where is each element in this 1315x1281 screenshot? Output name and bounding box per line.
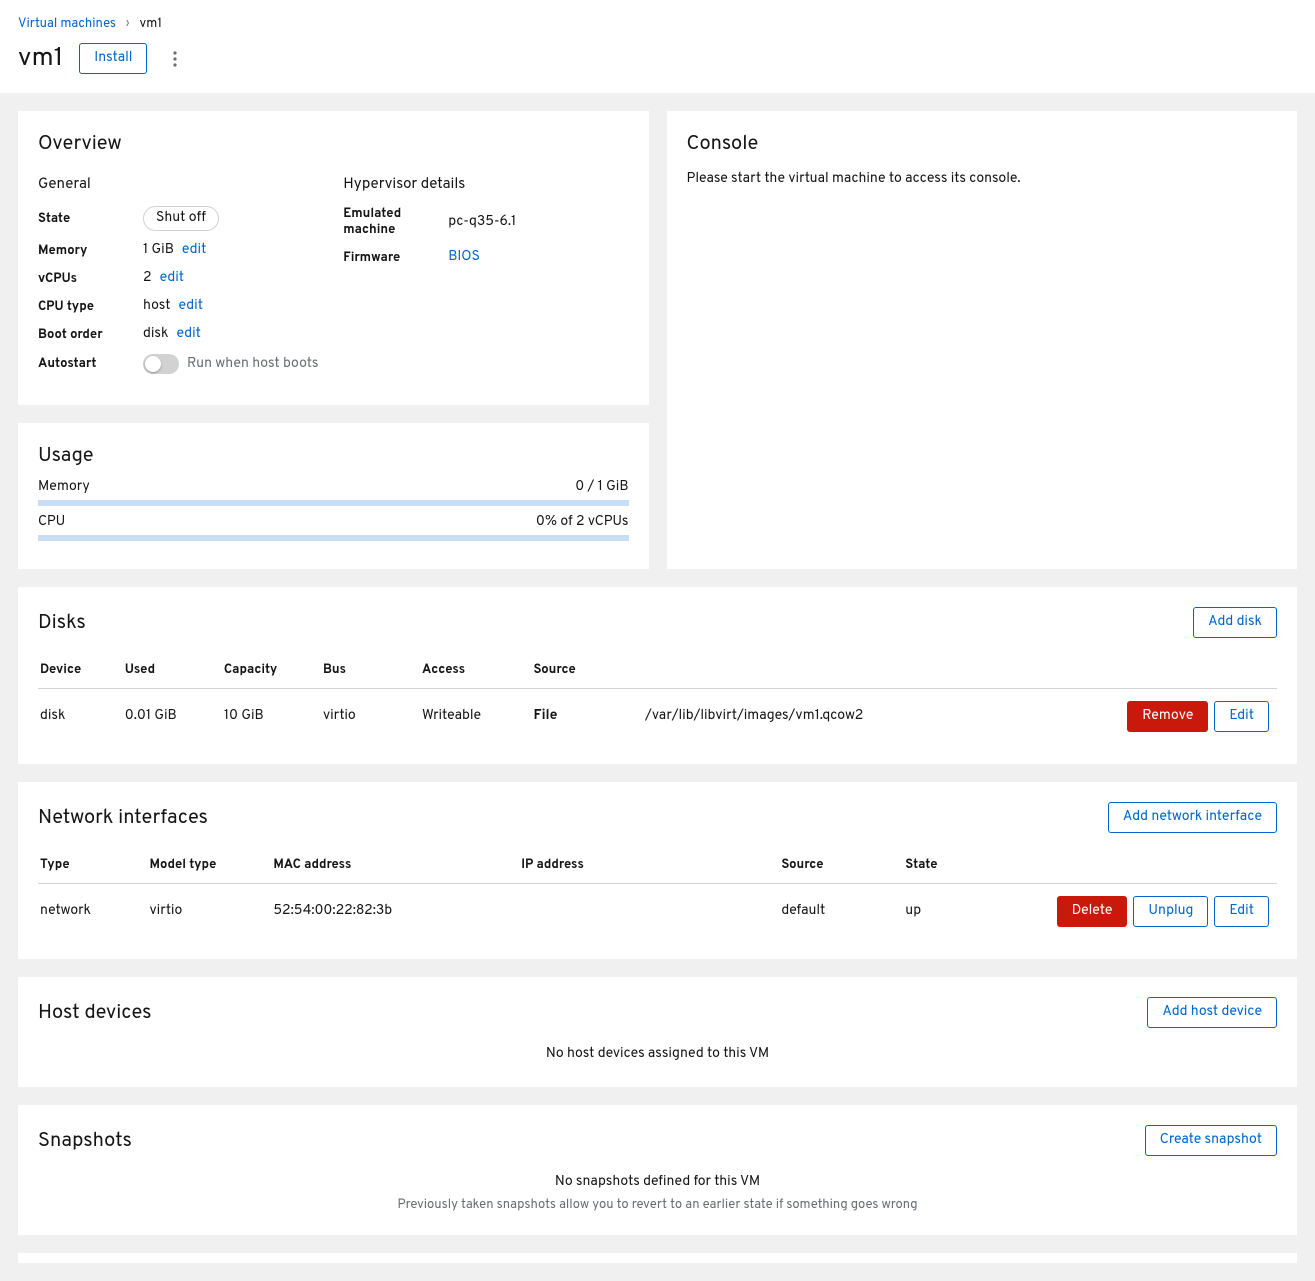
snapshots-card: Snapshots Create snapshot No snapshots d… <box>18 1105 1297 1235</box>
col-ip: IP address <box>521 847 781 884</box>
add-network-button[interactable]: Add network interface <box>1108 802 1277 833</box>
overview-card: Overview General State Shut off Memory 1… <box>18 111 649 405</box>
net-type: network <box>38 884 150 940</box>
hostdev-card: Host devices Add host device No host dev… <box>18 977 1297 1087</box>
cpu-type-edit-link[interactable]: edit <box>178 298 203 315</box>
boot-order-label: Boot order <box>38 327 143 343</box>
boot-order-value: disk <box>143 326 168 343</box>
breadcrumb-root[interactable]: Virtual machines <box>18 16 116 32</box>
console-title: Console <box>687 131 1278 157</box>
usage-cpu-value: 0% of 2 vCPUs <box>536 514 629 531</box>
usage-memory-value: 0 / 1 GiB <box>575 479 628 496</box>
disks-table: Device Used Capacity Bus Access Source d… <box>38 652 1277 744</box>
console-card: Console Please start the virtual machine… <box>667 111 1298 569</box>
disk-source-label: File <box>534 689 646 745</box>
disk-source-path: /var/lib/libvirt/images/vm1.qcow2 <box>645 689 1116 745</box>
breadcrumb: Virtual machines › vm1 <box>18 16 1297 32</box>
net-mac: 52:54:00:22:82:3b <box>273 884 521 940</box>
add-hostdev-button[interactable]: Add host device <box>1147 997 1277 1028</box>
memory-edit-link[interactable]: edit <box>182 242 207 259</box>
install-button[interactable]: Install <box>79 43 147 74</box>
disk-capacity: 10 GiB <box>224 689 323 745</box>
memory-label: Memory <box>38 243 143 259</box>
col-access: Access <box>422 652 534 689</box>
overview-title: Overview <box>38 131 629 157</box>
network-card: Network interfaces Add network interface… <box>18 782 1297 959</box>
usage-memory-label: Memory <box>38 479 90 496</box>
net-model: virtio <box>150 884 274 940</box>
snapshots-title: Snapshots <box>38 1128 132 1154</box>
autostart-toggle[interactable] <box>143 354 179 374</box>
table-row: network virtio 52:54:00:22:82:3b default… <box>38 884 1277 940</box>
col-capacity: Capacity <box>224 652 323 689</box>
disks-card: Disks Add disk Device Used Capacity Bus … <box>18 587 1297 764</box>
console-message: Please start the virtual machine to acce… <box>687 171 1278 188</box>
snapshots-sub: Previously taken snapshots allow you to … <box>38 1195 1277 1215</box>
autostart-toggle-label: Run when host boots <box>187 356 319 373</box>
hostdev-empty: No host devices assigned to this VM <box>38 1042 1277 1067</box>
firmware-value[interactable]: BIOS <box>448 249 480 266</box>
cpu-type-value: host <box>143 298 170 315</box>
col-source-net: Source <box>781 847 905 884</box>
edit-network-button[interactable]: Edit <box>1214 896 1269 927</box>
remove-disk-button[interactable]: Remove <box>1127 701 1208 732</box>
usage-title: Usage <box>38 443 629 469</box>
page-title: vm1 <box>18 42 63 75</box>
col-type: Type <box>38 847 150 884</box>
kebab-icon <box>173 51 177 67</box>
hypervisor-title: Hypervisor details <box>343 175 628 194</box>
cpu-type-label: CPU type <box>38 299 143 315</box>
vcpus-value: 2 <box>143 270 152 287</box>
col-source: Source <box>534 652 646 689</box>
vcpus-edit-link[interactable]: edit <box>160 270 185 287</box>
state-value: Shut off <box>143 206 219 231</box>
col-device: Device <box>38 652 125 689</box>
snapshots-empty: No snapshots defined for this VM <box>38 1170 1277 1195</box>
general-title: General <box>38 175 323 194</box>
disk-access: Writeable <box>422 689 534 745</box>
col-state-net: State <box>905 847 1041 884</box>
disk-used: 0.01 GiB <box>125 689 224 745</box>
net-state: up <box>905 884 1041 940</box>
emulated-value: pc-q35-6.1 <box>448 214 516 231</box>
table-row: disk 0.01 GiB 10 GiB virtio Writeable Fi… <box>38 689 1277 745</box>
add-disk-button[interactable]: Add disk <box>1193 607 1277 638</box>
usage-cpu-label: CPU <box>38 514 65 531</box>
network-table: Type Model type MAC address IP address S… <box>38 847 1277 939</box>
state-label: State <box>38 211 143 227</box>
create-snapshot-button[interactable]: Create snapshot <box>1145 1125 1277 1156</box>
col-mac: MAC address <box>273 847 521 884</box>
col-used: Used <box>125 652 224 689</box>
network-title: Network interfaces <box>38 805 208 831</box>
kebab-menu-button[interactable] <box>163 47 187 71</box>
usage-card: Usage Memory 0 / 1 GiB CPU 0% of 2 vCPUs <box>18 423 649 569</box>
net-source: default <box>781 884 905 940</box>
autostart-label: Autostart <box>38 356 143 372</box>
emulated-label: Emulated machine <box>343 206 448 238</box>
hostdev-title: Host devices <box>38 1000 151 1026</box>
net-ip <box>521 884 781 940</box>
memory-value: 1 GiB <box>143 242 174 259</box>
cpu-progress-bar <box>38 535 629 541</box>
unplug-network-button[interactable]: Unplug <box>1133 896 1208 927</box>
vcpus-label: vCPUs <box>38 271 143 287</box>
disks-title: Disks <box>38 610 86 636</box>
chevron-right-icon: › <box>126 17 129 31</box>
disk-bus: virtio <box>323 689 422 745</box>
breadcrumb-current: vm1 <box>139 16 162 32</box>
col-bus: Bus <box>323 652 422 689</box>
spacer <box>18 1253 1297 1263</box>
memory-progress-bar <box>38 500 629 506</box>
col-model: Model type <box>150 847 274 884</box>
boot-order-edit-link[interactable]: edit <box>176 326 201 343</box>
edit-disk-button[interactable]: Edit <box>1214 701 1269 732</box>
disk-device: disk <box>38 689 125 745</box>
firmware-label: Firmware <box>343 250 448 266</box>
delete-network-button[interactable]: Delete <box>1057 896 1128 927</box>
